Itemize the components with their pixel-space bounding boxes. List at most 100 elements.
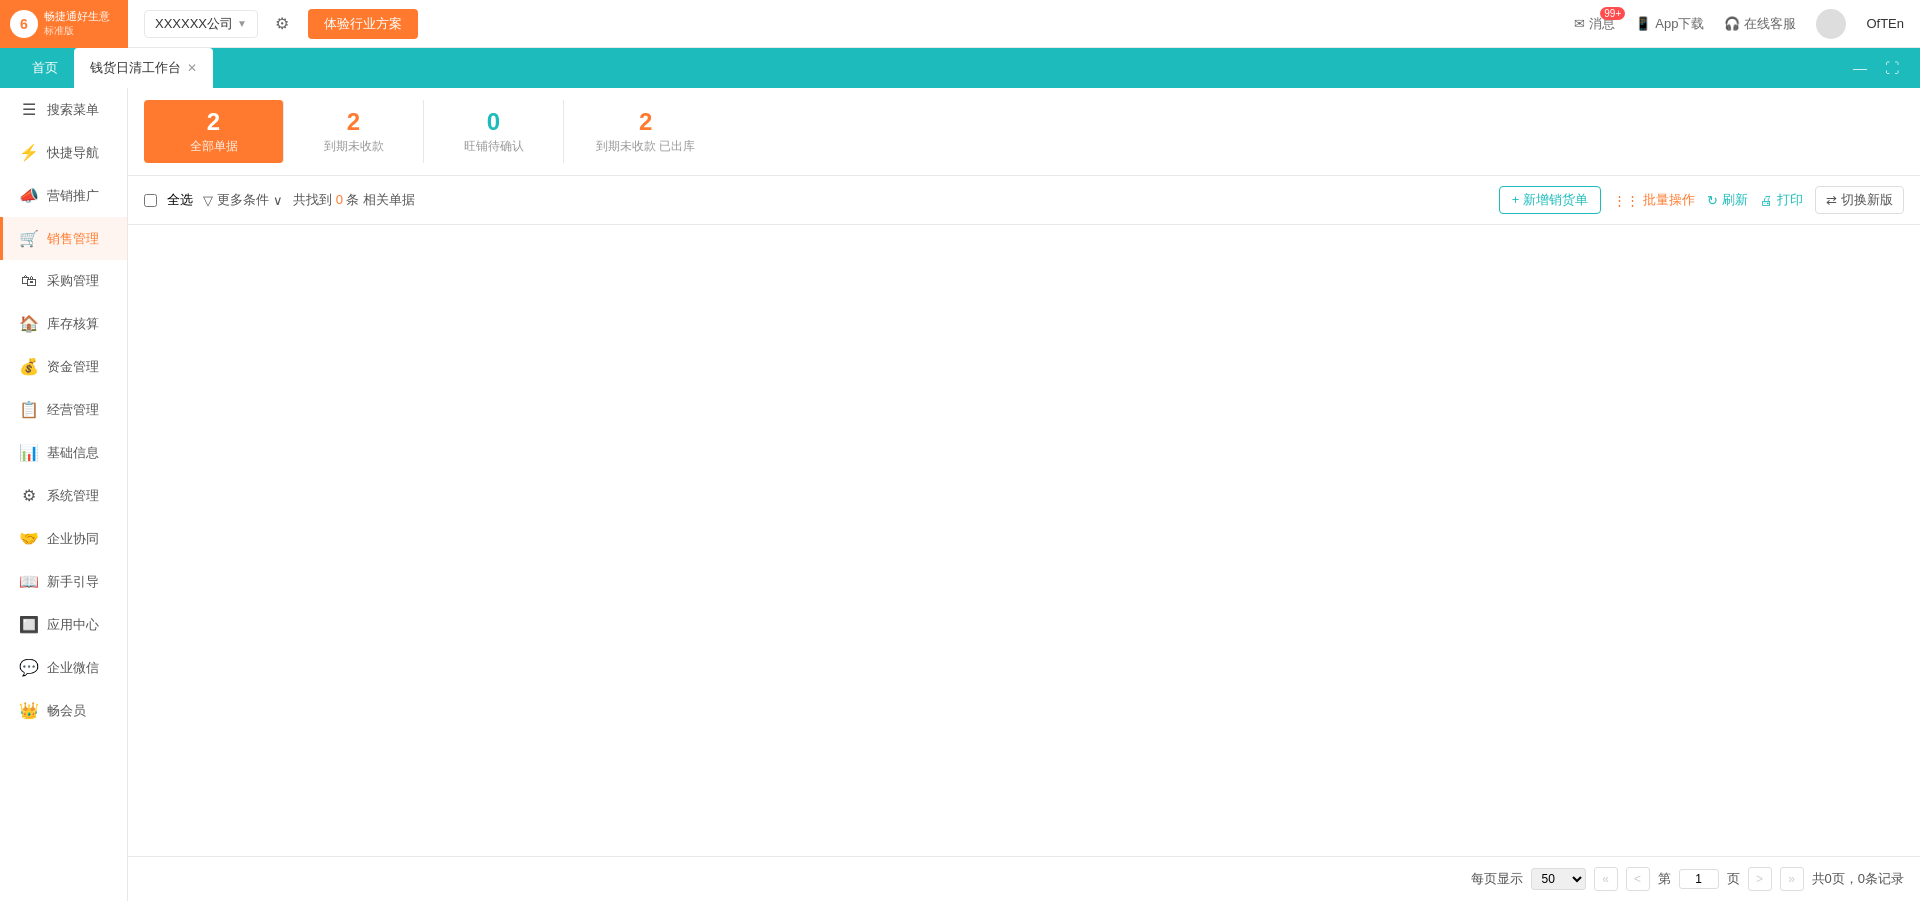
- sidebar-label-sales: 销售管理: [47, 230, 99, 248]
- sidebar-item-finance[interactable]: 💰 资金管理: [0, 345, 127, 388]
- tab-bar: 首页 钱货日清工作台 ✕ — ⛶: [0, 48, 1920, 88]
- card-all[interactable]: 2 全部单据: [144, 100, 284, 163]
- avatar[interactable]: [1816, 9, 1846, 39]
- sidebar-item-enterprise[interactable]: 🤝 企业协同: [0, 517, 127, 560]
- tab-actions: — ⛶: [1848, 56, 1904, 80]
- page-input[interactable]: [1679, 869, 1719, 889]
- sidebar-item-purchase[interactable]: 🛍 采购管理: [0, 260, 127, 302]
- company-selector[interactable]: XXXXXX公司 ▼: [144, 10, 258, 38]
- company-name: XXXXXX公司: [155, 15, 233, 33]
- prev-page-button[interactable]: <: [1626, 867, 1650, 891]
- sidebar-label-guide: 新手引导: [47, 573, 99, 591]
- batch-ops-button[interactable]: ⋮⋮ 批量操作: [1613, 191, 1695, 209]
- guide-icon: 📖: [19, 572, 39, 591]
- switch-label: 切换新版: [1841, 191, 1893, 209]
- sidebar-item-wechat[interactable]: 💬 企业微信: [0, 646, 127, 689]
- filter-icon: ▽: [203, 193, 213, 208]
- switch-version-button[interactable]: ⇄ 切换新版: [1815, 186, 1904, 214]
- refresh-button[interactable]: ↻ 刷新: [1707, 191, 1748, 209]
- per-page-select[interactable]: 50 100 200: [1531, 868, 1586, 890]
- messages-item[interactable]: ✉ 消息 99+: [1574, 15, 1615, 33]
- sales-icon: 🛒: [19, 229, 39, 248]
- card-shipped-label: 到期未收款 已出库: [596, 138, 695, 155]
- company-dropdown-icon: ▼: [237, 18, 247, 29]
- system-icon: ⚙: [19, 486, 39, 505]
- sidebar-item-member[interactable]: 👑 畅会员: [0, 689, 127, 732]
- sidebar-item-basic-info[interactable]: 📊 基础信息: [0, 431, 127, 474]
- sidebar-label-system: 系统管理: [47, 487, 99, 505]
- sidebar-label-purchase: 采购管理: [47, 272, 99, 290]
- sidebar-item-app-center[interactable]: 🔲 应用中心: [0, 603, 127, 646]
- summary-cards: 2 全部单据 2 到期未收款 0 旺铺待确认 2 到期未收款 已出库: [128, 88, 1920, 176]
- sidebar-label-search: 搜索菜单: [47, 101, 99, 119]
- header-right: ✉ 消息 99+ 📱 App下载 🎧 在线客服 OfTEn: [1574, 9, 1904, 39]
- print-button[interactable]: 🖨 打印: [1760, 191, 1803, 209]
- table-area: [128, 225, 1920, 856]
- batch-icon: ⋮⋮: [1613, 193, 1639, 208]
- message-icon: ✉: [1574, 16, 1585, 31]
- page-suffix-label: 页: [1727, 870, 1740, 888]
- search-menu-icon: ☰: [19, 100, 39, 119]
- last-page-button[interactable]: »: [1780, 867, 1804, 891]
- found-text: 共找到 0 条 相关单据: [293, 191, 415, 209]
- main-layout: ☰ 搜索菜单 ⚡ 快捷导航 📣 营销推广 🛒 销售管理 🛍 采购管理 🏠 库存核…: [0, 88, 1920, 901]
- app-download-label: App下载: [1655, 15, 1704, 33]
- print-label: 打印: [1777, 191, 1803, 209]
- next-page-button[interactable]: >: [1748, 867, 1772, 891]
- found-count: 0: [336, 192, 343, 207]
- tab-home[interactable]: 首页: [16, 48, 74, 88]
- page-prefix-label: 第: [1658, 870, 1671, 888]
- per-page-label: 每页显示: [1471, 870, 1523, 888]
- inventory-icon: 🏠: [19, 314, 39, 333]
- sidebar-item-operation[interactable]: 📋 经营管理: [0, 388, 127, 431]
- card-overdue[interactable]: 2 到期未收款: [284, 100, 424, 163]
- online-service-item[interactable]: 🎧 在线客服: [1724, 15, 1796, 33]
- tab-close-icon[interactable]: ✕: [187, 61, 197, 75]
- content-area: 2 全部单据 2 到期未收款 0 旺铺待确认 2 到期未收款 已出库 全选: [128, 88, 1920, 901]
- filter-button[interactable]: ▽ 更多条件 ∨: [203, 191, 283, 209]
- service-icon: 🎧: [1724, 16, 1740, 31]
- tab-minimize-icon[interactable]: —: [1848, 56, 1872, 80]
- refresh-icon: ↻: [1707, 193, 1718, 208]
- basic-info-icon: 📊: [19, 443, 39, 462]
- batch-label: 批量操作: [1643, 191, 1695, 209]
- sidebar-label-inventory: 库存核算: [47, 315, 99, 333]
- sidebar-item-sales[interactable]: 🛒 销售管理: [0, 217, 127, 260]
- tab-home-label: 首页: [32, 59, 58, 77]
- tab-maximize-icon[interactable]: ⛶: [1880, 56, 1904, 80]
- filter-arrow-icon: ∨: [273, 193, 283, 208]
- tab-workbench[interactable]: 钱货日清工作台 ✕: [74, 48, 213, 88]
- card-overdue-number: 2: [347, 108, 360, 136]
- app-download-item[interactable]: 📱 App下载: [1635, 15, 1704, 33]
- quick-nav-icon: ⚡: [19, 143, 39, 162]
- app-icon: 📱: [1635, 16, 1651, 31]
- sidebar-label-basic-info: 基础信息: [47, 444, 99, 462]
- user-name: OfTEn: [1866, 16, 1904, 31]
- member-icon: 👑: [19, 701, 39, 720]
- card-wangpu-number: 0: [487, 108, 500, 136]
- trial-button[interactable]: 体验行业方案: [308, 9, 418, 39]
- filter-label: 更多条件: [217, 191, 269, 209]
- first-page-button[interactable]: «: [1594, 867, 1618, 891]
- toolbar: 全选 ▽ 更多条件 ∨ 共找到 0 条 相关单据 + 新增销货单 ⋮⋮ 批量操作: [128, 176, 1920, 225]
- refresh-label: 刷新: [1722, 191, 1748, 209]
- switch-icon: ⇄: [1826, 193, 1837, 208]
- sidebar-label-quick-nav: 快捷导航: [47, 144, 99, 162]
- add-sales-button[interactable]: + 新增销货单: [1499, 186, 1601, 214]
- marketing-icon: 📣: [19, 186, 39, 205]
- sidebar-item-quick-nav[interactable]: ⚡ 快捷导航: [0, 131, 127, 174]
- sidebar-item-system[interactable]: ⚙ 系统管理: [0, 474, 127, 517]
- sidebar-item-inventory[interactable]: 🏠 库存核算: [0, 302, 127, 345]
- sidebar-label-marketing: 营销推广: [47, 187, 99, 205]
- sidebar-label-app-center: 应用中心: [47, 616, 99, 634]
- settings-icon[interactable]: ⚙: [266, 8, 298, 40]
- card-shipped[interactable]: 2 到期未收款 已出库: [564, 100, 727, 163]
- sidebar-item-guide[interactable]: 📖 新手引导: [0, 560, 127, 603]
- sidebar-item-search[interactable]: ☰ 搜索菜单: [0, 88, 127, 131]
- found-unit: 条: [346, 192, 359, 207]
- card-wangpu[interactable]: 0 旺铺待确认: [424, 100, 564, 163]
- select-all-checkbox[interactable]: [144, 194, 157, 207]
- sidebar-item-marketing[interactable]: 📣 营销推广: [0, 174, 127, 217]
- card-shipped-number: 2: [639, 108, 652, 136]
- sidebar-label-member: 畅会员: [47, 702, 86, 720]
